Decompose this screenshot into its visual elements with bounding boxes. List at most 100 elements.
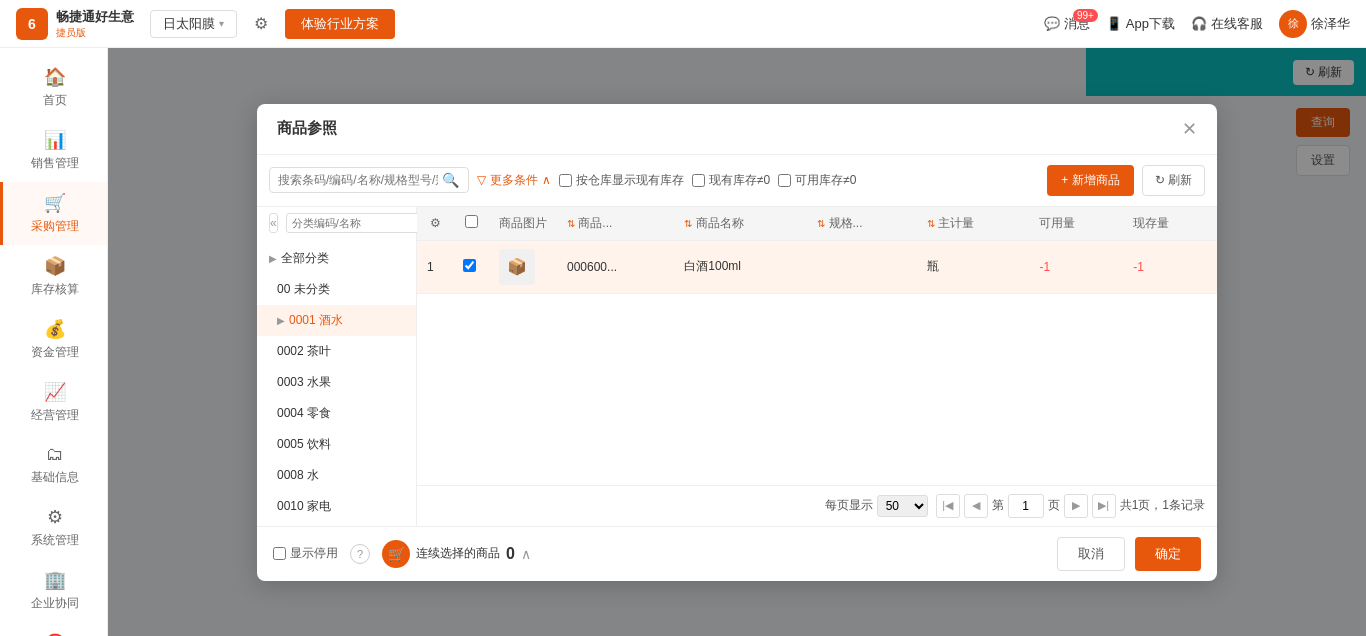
table-row[interactable]: 1 📦 000600... 白酒100ml 瓶 -1 -1 xyxy=(417,240,1217,293)
help-icon[interactable]: ? xyxy=(350,544,370,564)
sidebar-item-basic-info[interactable]: 🗂 基础信息 xyxy=(0,434,107,496)
sales-icon: 📊 xyxy=(44,129,66,151)
first-page-button[interactable]: |◀ xyxy=(936,494,960,518)
stock-not-zero-label: 现有库存≠0 xyxy=(709,172,770,189)
available-not-zero-input[interactable] xyxy=(778,174,791,187)
modal-overlay: 商品参照 ✕ 🔍 ▽ 更多条件 ∧ 按仓 xyxy=(108,48,1366,636)
search-input[interactable] xyxy=(278,173,438,187)
next-page-button[interactable]: ▶ xyxy=(1064,494,1088,518)
prev-page-button[interactable]: ◀ xyxy=(964,494,988,518)
th-image: 商品图片 xyxy=(489,207,557,241)
confirm-button[interactable]: 确定 xyxy=(1135,537,1201,571)
app-download-item[interactable]: 📱 App下载 xyxy=(1106,15,1175,33)
th-stock-label: 现存量 xyxy=(1133,216,1169,230)
row-num: 1 xyxy=(417,240,453,293)
sidebar-item-purchase[interactable]: 🛒 采购管理 xyxy=(0,182,107,245)
add-product-button[interactable]: + 新增商品 xyxy=(1047,165,1133,196)
category-item[interactable]: 0010 家电 xyxy=(257,491,416,522)
table-settings-icon[interactable]: ⚙ xyxy=(430,216,441,230)
show-disabled-checkbox[interactable]: 显示停用 xyxy=(273,545,338,562)
sidebar-label-operations: 经营管理 xyxy=(31,407,79,424)
warehouse-stock-input[interactable] xyxy=(559,174,572,187)
cart-icon[interactable]: 🛒 xyxy=(382,540,410,568)
th-spec-label: 规格... xyxy=(829,216,863,230)
sort-icon-code[interactable]: ⇅ xyxy=(567,218,575,229)
stock-not-zero-checkbox[interactable]: 现有库存≠0 xyxy=(692,172,770,189)
th-stock: 现存量 xyxy=(1123,207,1217,241)
mobile-icon: 📱 xyxy=(1106,16,1122,31)
collapse-panel-button[interactable]: « xyxy=(269,213,278,233)
sidebar-item-inventory[interactable]: 📦 库存核算 xyxy=(0,245,107,308)
category-label: 00 未分类 xyxy=(277,281,330,298)
category-item[interactable]: 0005 饮料 xyxy=(257,429,416,460)
available-not-zero-label: 可用库存≠0 xyxy=(795,172,856,189)
page-number-input[interactable] xyxy=(1008,494,1044,518)
select-all-checkbox[interactable] xyxy=(465,215,478,228)
sidebar-item-home[interactable]: 🏠 首页 xyxy=(0,56,107,119)
category-expand-icon: ▶ xyxy=(269,253,277,264)
show-disabled-input[interactable] xyxy=(273,547,286,560)
sidebar-item-finance[interactable]: 💰 资金管理 xyxy=(0,308,107,371)
purchase-icon: 🛒 xyxy=(44,192,66,214)
service-item[interactable]: 🎧 在线客服 xyxy=(1191,15,1263,33)
sidebar-label-inventory: 库存核算 xyxy=(31,281,79,298)
category-item[interactable]: 00 未分类 xyxy=(257,274,416,305)
th-settings: ⚙ xyxy=(417,207,453,241)
sort-icon-spec[interactable]: ⇅ xyxy=(817,218,825,229)
sidebar-item-enterprise[interactable]: 🏢 企业协同 xyxy=(0,559,107,622)
th-name: ⇅ 商品名称 xyxy=(674,207,807,241)
sidebar-item-sales[interactable]: 📊 销售管理 xyxy=(0,119,107,182)
operations-icon: 📈 xyxy=(44,381,66,403)
sidebar-item-operations[interactable]: 📈 经营管理 xyxy=(0,371,107,434)
page-size-selector: 每页显示 50 100 200 xyxy=(825,495,928,517)
category-label: 0002 茶叶 xyxy=(277,343,331,360)
message-icon: 💬 xyxy=(1044,16,1060,31)
category-expand-icon: ▶ xyxy=(277,315,285,326)
search-icon[interactable]: 🔍 xyxy=(442,172,459,188)
category-search-input[interactable] xyxy=(286,213,436,233)
company-selector[interactable]: 日太阳膜 ▾ xyxy=(150,10,237,38)
modal-close-button[interactable]: ✕ xyxy=(1182,118,1197,140)
nav-right: 💬 消息 99+ 📱 App下载 🎧 在线客服 徐 徐泽华 xyxy=(1044,10,1350,38)
sidebar: 🏠 首页 📊 销售管理 🛒 采购管理 📦 库存核算 💰 资金管理 📈 经营管理 … xyxy=(0,48,108,636)
total-records-label: 共1页，1条记录 xyxy=(1120,497,1205,514)
experience-button[interactable]: 体验行业方案 xyxy=(285,9,395,39)
warehouse-stock-checkbox[interactable]: 按仓库显示现有库存 xyxy=(559,172,684,189)
sidebar-label-finance: 资金管理 xyxy=(31,344,79,361)
available-not-zero-checkbox[interactable]: 可用库存≠0 xyxy=(778,172,856,189)
sort-icon-name[interactable]: ⇅ xyxy=(684,218,692,229)
refresh-button[interactable]: ↻ 刷新 xyxy=(1142,165,1205,196)
row-image: 📦 xyxy=(489,240,557,293)
username-label: 徐泽华 xyxy=(1311,15,1350,33)
user-avatar[interactable]: 徐 徐泽华 xyxy=(1279,10,1350,38)
stock-not-zero-input[interactable] xyxy=(692,174,705,187)
category-item[interactable]: ▶ 全部分类 xyxy=(257,243,416,274)
category-label: 0003 水果 xyxy=(277,374,331,391)
sidebar-item-system[interactable]: ⚙ 系统管理 xyxy=(0,496,107,559)
row-checkbox[interactable] xyxy=(453,240,489,293)
category-item[interactable]: 0008 水 xyxy=(257,460,416,491)
category-item[interactable]: 0002 茶叶 xyxy=(257,336,416,367)
sidebar-label-enterprise: 企业协同 xyxy=(31,595,79,612)
category-panel-header: « 🔍 xyxy=(257,207,416,239)
page-suffix: 页 xyxy=(1048,497,1060,514)
collapse-cart-button[interactable]: ∧ xyxy=(521,546,531,562)
th-unit: ⇅ 主计量 xyxy=(917,207,1030,241)
per-page-select[interactable]: 50 100 200 xyxy=(877,495,928,517)
message-nav-item[interactable]: 💬 消息 99+ xyxy=(1044,15,1090,33)
sort-icon-unit[interactable]: ⇅ xyxy=(927,218,935,229)
sidebar-item-guide[interactable]: 🎯 新手引导 xyxy=(0,622,107,636)
more-filter-button[interactable]: ▽ 更多条件 ∧ xyxy=(477,172,551,189)
last-page-button[interactable]: ▶| xyxy=(1092,494,1116,518)
row-available: -1 xyxy=(1029,240,1123,293)
filter-icon: ▽ xyxy=(477,173,486,187)
settings-icon[interactable]: ⚙ xyxy=(245,8,277,40)
row-unit: 瓶 xyxy=(917,240,1030,293)
category-item[interactable]: 0003 水果 xyxy=(257,367,416,398)
th-code: ⇅ 商品... xyxy=(557,207,674,241)
category-item[interactable]: 0004 零食 xyxy=(257,398,416,429)
logo-icon: 6 xyxy=(16,8,48,40)
cancel-button[interactable]: 取消 xyxy=(1057,537,1125,571)
category-item[interactable]: ▶ 0001 酒水 xyxy=(257,305,416,336)
row-stock: -1 xyxy=(1123,240,1217,293)
